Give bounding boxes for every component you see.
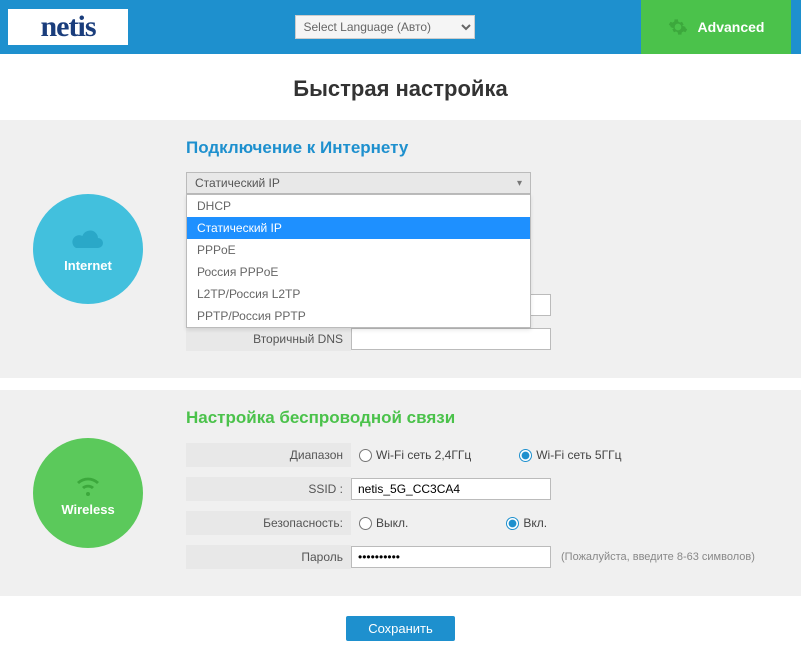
cloud-icon xyxy=(70,226,106,254)
security-row: Безопасность: Выкл. Вкл. xyxy=(186,510,789,536)
range-5-option[interactable]: Wi-Fi сеть 5ГГц xyxy=(519,448,621,462)
range-24-radio[interactable] xyxy=(359,449,372,462)
dropdown-option-pppoe[interactable]: PPPoE xyxy=(187,239,530,261)
wireless-content: Настройка беспроводной связи Диапазон Wi… xyxy=(158,408,789,578)
dropdown-option-l2tp[interactable]: L2TP/Россия L2TP xyxy=(187,283,530,305)
wireless-section: Wireless Настройка беспроводной связи Ди… xyxy=(0,390,801,596)
ssid-row: SSID : xyxy=(186,476,789,502)
gear-icon xyxy=(668,17,688,37)
secondary-dns-input[interactable] xyxy=(351,328,551,350)
range-24-option[interactable]: Wi-Fi сеть 2,4ГГц xyxy=(359,448,471,462)
range-5-radio[interactable] xyxy=(519,449,532,462)
dropdown-option-ru-pppoe[interactable]: Россия PPPoE xyxy=(187,261,530,283)
security-label: Безопасность: xyxy=(186,511,351,535)
page-title: Быстрая настройка xyxy=(0,54,801,120)
chevron-down-icon: ▾ xyxy=(517,178,522,189)
secondary-dns-label: Вторичный DNS xyxy=(186,327,351,351)
password-input[interactable] xyxy=(351,546,551,568)
internet-badge-wrap: Internet xyxy=(18,138,158,360)
internet-badge-label: Internet xyxy=(64,258,112,273)
internet-section: Internet Подключение к Интернету Статиче… xyxy=(0,120,801,378)
internet-badge: Internet xyxy=(33,194,143,304)
dropdown-option-static[interactable]: Статический IP xyxy=(187,217,530,239)
wireless-badge-wrap: Wireless xyxy=(18,408,158,578)
security-on-option[interactable]: Вкл. xyxy=(506,516,547,530)
dropdown-option-pptp[interactable]: PPTP/Россия PPTP xyxy=(187,305,530,327)
header: netis Select Language (Авто) Advanced xyxy=(0,0,801,54)
logo: netis xyxy=(8,9,128,45)
wireless-badge: Wireless xyxy=(33,438,143,548)
password-hint: (Пожалуйста, введите 8-63 символов) xyxy=(561,551,755,563)
secondary-dns-row: Вторичный DNS xyxy=(186,326,789,352)
password-label: Пароль xyxy=(186,545,351,569)
connection-type-dropdown[interactable]: Статический IP ▾ DHCP Статический IP PPP… xyxy=(186,172,531,194)
ssid-label: SSID : xyxy=(186,477,351,501)
wireless-badge-label: Wireless xyxy=(61,502,114,517)
advanced-button[interactable]: Advanced xyxy=(641,0,791,54)
internet-content: Подключение к Интернету Статический IP ▾… xyxy=(158,138,789,360)
advanced-label: Advanced xyxy=(698,19,765,35)
header-center: Select Language (Авто) xyxy=(128,15,641,39)
language-select[interactable]: Select Language (Авто) xyxy=(295,15,475,39)
range-row: Диапазон Wi-Fi сеть 2,4ГГц Wi-Fi сеть 5Г… xyxy=(186,442,789,468)
save-row: Сохранить xyxy=(0,608,801,649)
internet-heading: Подключение к Интернету xyxy=(186,138,789,158)
security-off-radio[interactable] xyxy=(359,517,372,530)
security-off-option[interactable]: Выкл. xyxy=(359,516,408,530)
logo-text: netis xyxy=(41,10,96,44)
ssid-input[interactable] xyxy=(351,478,551,500)
dropdown-option-dhcp[interactable]: DHCP xyxy=(187,195,530,217)
range-label: Диапазон xyxy=(186,443,351,467)
wireless-heading: Настройка беспроводной связи xyxy=(186,408,789,428)
save-button[interactable]: Сохранить xyxy=(346,616,455,641)
security-on-radio[interactable] xyxy=(506,517,519,530)
wifi-icon xyxy=(70,470,106,498)
dropdown-selected[interactable]: Статический IP ▾ xyxy=(186,172,531,194)
dropdown-list: DHCP Статический IP PPPoE Россия PPPoE L… xyxy=(186,194,531,328)
password-row: Пароль (Пожалуйста, введите 8-63 символо… xyxy=(186,544,789,570)
